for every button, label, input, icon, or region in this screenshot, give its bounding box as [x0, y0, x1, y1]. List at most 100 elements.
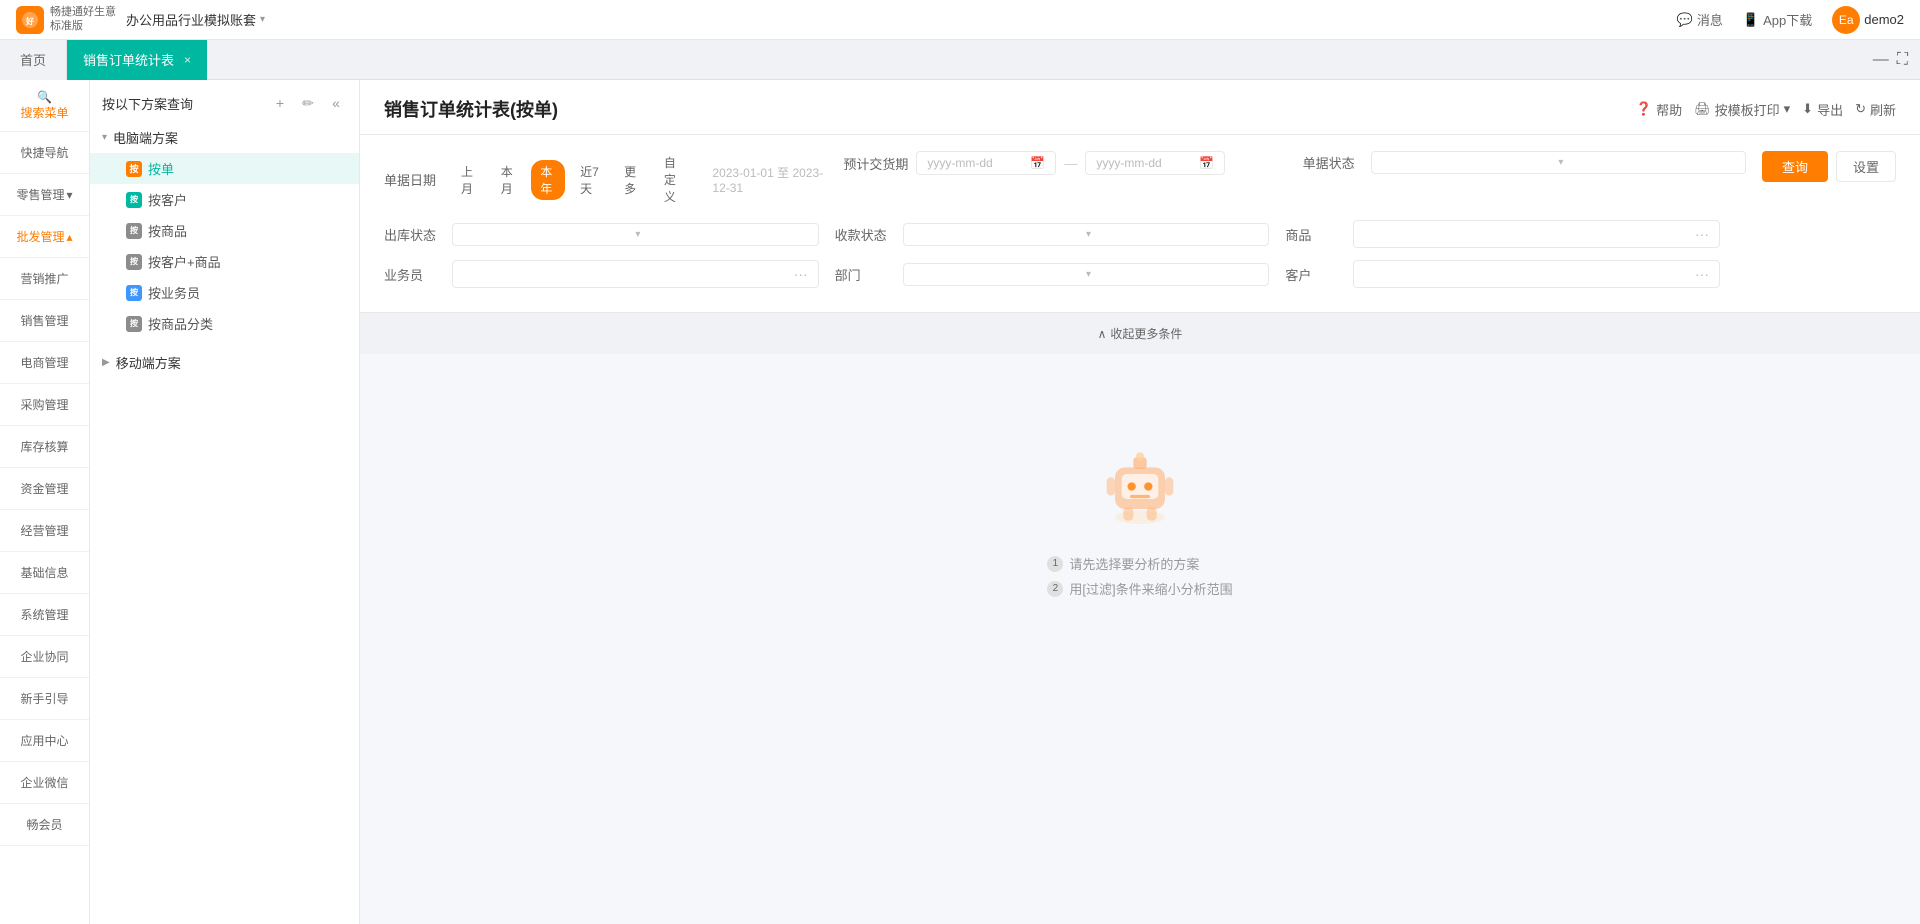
message-icon: 💬 — [1677, 12, 1693, 28]
sidebar-item-inventory[interactable]: 库存核算 — [0, 426, 89, 468]
print-action[interactable]: 🖨 按模板打印 ▾ — [1694, 100, 1790, 119]
message-label: 消息 — [1697, 10, 1723, 29]
collapse-section: ∧ 收起更多条件 — [360, 313, 1920, 354]
sidebar-item-purchase[interactable]: 采购管理 — [0, 384, 89, 426]
tree-item-by-product[interactable]: 按 按商品 — [90, 215, 359, 246]
avatar: Ea — [1832, 6, 1860, 34]
sidebar-item-appcenter[interactable]: 应用中心 — [0, 720, 89, 762]
tree-item-by-customer[interactable]: 按 按客户 — [90, 184, 359, 215]
tree-section-desktop: ▾ 电脑端方案 — [90, 122, 359, 153]
order-status-label: 单据状态 — [1303, 153, 1363, 172]
date-sep: — — [1064, 156, 1077, 171]
expected-date-start[interactable]: yyyy-mm-dd 📅 — [916, 151, 1056, 175]
calendar-icon-start: 📅 — [1030, 156, 1045, 170]
salesperson-dots[interactable]: ··· — [794, 266, 808, 282]
sidebar-search[interactable]: 🔍 搜索菜单 — [0, 80, 89, 132]
payment-status-arrow: ▾ — [1086, 229, 1258, 240]
sidebar-item-enterprise[interactable]: 企业协同 — [0, 636, 89, 678]
tab-home[interactable]: 首页 — [0, 40, 67, 80]
help-icon: ❓ — [1636, 101, 1652, 117]
sidebar-item-sales[interactable]: 销售管理 — [0, 300, 89, 342]
refresh-action[interactable]: ↻ 刷新 — [1855, 100, 1896, 119]
add-plan-button[interactable]: + — [269, 92, 291, 114]
filter-area: 单据日期 上月 本月 本年 近7天 更多 自定义 2023-01-01 至 20… — [360, 135, 1920, 313]
tree-item-by-order[interactable]: 按 按单 — [90, 153, 359, 184]
order-status-arrow: ▾ — [1558, 157, 1735, 168]
sidebar-item-quicknav[interactable]: 快捷导航 — [0, 132, 89, 174]
tree-item-by-product-category[interactable]: 按 按商品分类 — [90, 308, 359, 339]
sidebar-item-wechat[interactable]: 企业微信 — [0, 762, 89, 804]
tab-sales-order[interactable]: 销售订单统计表 × — [67, 40, 207, 80]
tree-section-mobile[interactable]: ▶ 移动端方案 — [90, 347, 359, 378]
sidebar-item-ecommerce[interactable]: 电商管理 — [0, 342, 89, 384]
by-customer-product-icon: 按 — [126, 254, 142, 270]
export-action[interactable]: ⬇ 导出 — [1802, 100, 1843, 119]
delivery-status-arrow: ▾ — [635, 229, 807, 240]
workspace-chevron: ▾ — [260, 14, 265, 25]
sidebar-item-retail[interactable]: 零售管理 ▾ — [0, 174, 89, 216]
date-btn-last-7[interactable]: 近7天 — [571, 160, 609, 200]
payment-status-select[interactable]: ▾ — [903, 223, 1270, 246]
sidebar-item-newuser[interactable]: 新手引导 — [0, 678, 89, 720]
app-download-label: App下载 — [1763, 10, 1812, 29]
tree-item-by-salesperson[interactable]: 按 按业务员 — [90, 277, 359, 308]
help-action[interactable]: ❓ 帮助 — [1636, 100, 1682, 119]
date-btn-more[interactable]: 更多 — [615, 160, 649, 200]
edit-plan-button[interactable]: ✏ — [297, 92, 319, 114]
date-btn-custom[interactable]: 自定义 — [655, 151, 697, 208]
sidebar-item-basic[interactable]: 基础信息 — [0, 552, 89, 594]
print-dropdown-icon[interactable]: ▾ — [1784, 101, 1791, 117]
goods-input[interactable] — [1364, 227, 1691, 242]
left-panel: 按以下方案查询 + ✏ « ▾ 电脑端方案 按 按单 — [90, 80, 360, 924]
svg-text:好: 好 — [25, 16, 34, 26]
empty-illustration — [1090, 434, 1190, 534]
app-download-icon: 📱 — [1743, 12, 1759, 28]
refresh-icon: ↻ — [1855, 101, 1866, 117]
order-status-select[interactable]: ▾ — [1371, 151, 1746, 174]
page-title: 销售订单统计表(按单) — [384, 96, 558, 122]
settings-button[interactable]: 设置 — [1836, 151, 1896, 182]
delivery-status-select[interactable]: ▾ — [452, 223, 819, 246]
user-profile[interactable]: Ea demo2 — [1832, 6, 1904, 34]
sidebar-item-finance[interactable]: 资金管理 — [0, 468, 89, 510]
logo-area: 好 畅捷通好生意 标准版 — [16, 6, 116, 34]
export-icon: ⬇ — [1802, 101, 1813, 117]
logo-text: 畅捷通好生意 标准版 — [50, 6, 116, 32]
date-btn-last-month[interactable]: 上月 — [452, 160, 486, 200]
message-action[interactable]: 💬 消息 — [1677, 10, 1723, 29]
tab-close-icon[interactable]: × — [184, 53, 191, 67]
expected-date-end[interactable]: yyyy-mm-dd 📅 — [1085, 151, 1225, 175]
sidebar-item-wholesale[interactable]: 批发管理 ▴ — [0, 216, 89, 258]
top-bar-right: 💬 消息 📱 App下载 Ea demo2 — [1677, 6, 1904, 34]
top-bar: 好 畅捷通好生意 标准版 办公用品行业模拟账套 ▾ 💬 消息 📱 App下载 E… — [0, 0, 1920, 40]
sidebar-item-membership[interactable]: 畅会员 — [0, 804, 89, 846]
customer-label: 客户 — [1285, 265, 1345, 284]
query-button[interactable]: 查询 — [1762, 151, 1828, 182]
sidebar-item-marketing[interactable]: 营销推广 — [0, 258, 89, 300]
empty-tips: 1 请先选择要分析的方案 2 用[过滤]条件来缩小分析范围 — [1047, 554, 1232, 604]
workspace-select[interactable]: 办公用品行业模拟账套 ▾ — [126, 10, 265, 29]
goods-dots[interactable]: ··· — [1695, 226, 1709, 242]
delivery-status-label: 出库状态 — [384, 225, 444, 244]
tab-minimize-icon[interactable]: — — [1873, 51, 1889, 69]
collapse-button[interactable]: ∧ 收起更多条件 — [1086, 321, 1195, 346]
collapse-icon: ∧ — [1098, 327, 1107, 341]
app-download-action[interactable]: 📱 App下载 — [1743, 10, 1812, 29]
sidebar-item-operations[interactable]: 经营管理 — [0, 510, 89, 552]
username: demo2 — [1864, 12, 1904, 27]
customer-input[interactable] — [1364, 267, 1691, 282]
by-product-category-icon: 按 — [126, 316, 142, 332]
date-label: 单据日期 — [384, 170, 444, 189]
tab-bar-actions: — ⛶ — [1873, 51, 1920, 69]
tree-item-by-customer-product[interactable]: 按 按客户+商品 — [90, 246, 359, 277]
collapse-panel-button[interactable]: « — [325, 92, 347, 114]
tab-maximize-icon[interactable]: ⛶ — [1897, 51, 1908, 69]
date-btn-this-year[interactable]: 本年 — [531, 160, 565, 200]
page-header: 销售订单统计表(按单) ❓ 帮助 🖨 按模板打印 ▾ ⬇ 导出 — [360, 80, 1920, 135]
department-select[interactable]: ▾ — [903, 263, 1270, 286]
sidebar-item-system[interactable]: 系统管理 — [0, 594, 89, 636]
salesperson-input[interactable] — [463, 267, 790, 282]
date-btn-this-month[interactable]: 本月 — [492, 160, 526, 200]
customer-dots[interactable]: ··· — [1695, 266, 1709, 282]
by-salesperson-icon: 按 — [126, 285, 142, 301]
